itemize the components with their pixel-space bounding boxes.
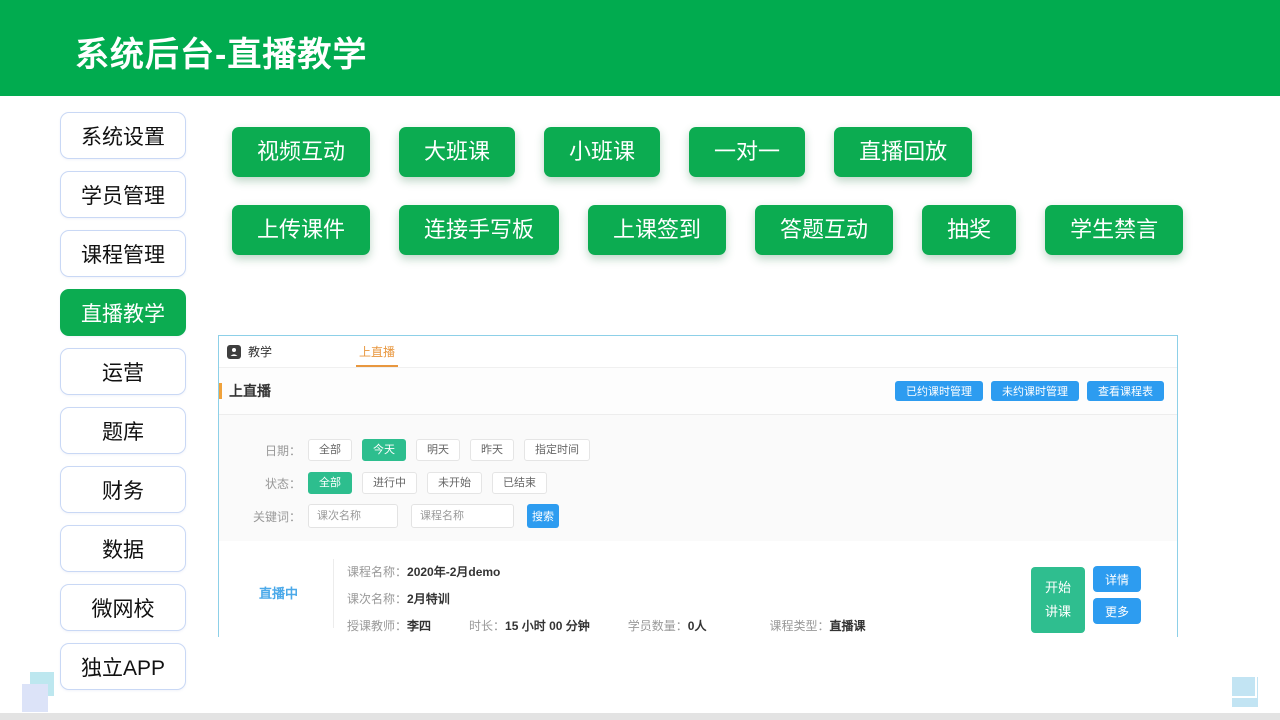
view-timetable-button[interactable]: 查看课程表: [1087, 381, 1164, 401]
date-option-all[interactable]: 全部: [308, 439, 352, 461]
sidebar-item-standalone-app[interactable]: 独立APP: [60, 643, 186, 690]
teacher-value: 李四: [407, 617, 431, 634]
filter-area: 日期： 全部 今天 明天 昨天 指定时间 状态： 全部 进行中 未开始 已结束 …: [219, 415, 1177, 541]
course-type-meta: 课程类型： 直播课: [769, 617, 865, 634]
course-meta-line: 授课教师： 李四 时长： 15 小时 00 分钟 学员数量： 0人 课程类型： …: [347, 612, 865, 639]
sidebar-item-micro-school[interactable]: 微网校: [60, 584, 186, 631]
student-count-value: 0人: [688, 617, 707, 634]
more-button[interactable]: 更多: [1093, 598, 1141, 624]
unbooked-periods-button[interactable]: 未约课时管理: [991, 381, 1079, 401]
date-option-custom[interactable]: 指定时间: [524, 439, 590, 461]
large-class-button[interactable]: 大班课: [399, 127, 515, 177]
connect-tablet-button[interactable]: 连接手写板: [399, 205, 559, 255]
section-actions: 已约课时管理 未约课时管理 查看课程表: [895, 381, 1164, 401]
sidebar-item-course-management[interactable]: 课程管理: [60, 230, 186, 277]
search-button[interactable]: 搜索: [527, 504, 559, 528]
sidebar-item-system-settings[interactable]: 系统设置: [60, 112, 186, 159]
teaching-icon: [227, 345, 241, 359]
course-type-label: 课程类型：: [769, 617, 829, 634]
sidebar-item-finance[interactable]: 财务: [60, 466, 186, 513]
small-class-button[interactable]: 小班课: [544, 127, 660, 177]
course-name-line: 课程名称： 2020年-2月demo: [347, 558, 865, 585]
page-title: 系统后台-直播教学: [0, 0, 1280, 76]
lucky-draw-button[interactable]: 抽奖: [922, 205, 1016, 255]
live-admin-panel: 教学 上直播 上直播 已约课时管理 未约课时管理 查看课程表 日期： 全部 今天…: [218, 335, 1178, 637]
row-divider: [333, 559, 334, 628]
booked-periods-button[interactable]: 已约课时管理: [895, 381, 983, 401]
live-replay-button[interactable]: 直播回放: [834, 127, 972, 177]
tab-go-live[interactable]: 上直播: [359, 336, 395, 367]
start-teaching-button[interactable]: 开始讲课: [1031, 567, 1085, 633]
student-count-meta: 学员数量： 0人: [628, 617, 707, 634]
video-interaction-button[interactable]: 视频互动: [232, 127, 370, 177]
teacher-label: 授课教师：: [347, 617, 407, 634]
quiz-interaction-button[interactable]: 答题互动: [755, 205, 893, 255]
lesson-name-input[interactable]: [308, 504, 398, 528]
course-row: 直播中 课程名称： 2020年-2月demo 课次名称： 2月特训 授课教师： …: [219, 541, 1177, 638]
mute-students-button[interactable]: 学生禁言: [1045, 205, 1183, 255]
sidebar-item-live-teaching[interactable]: 直播教学: [60, 289, 186, 336]
class-signin-button[interactable]: 上课签到: [588, 205, 726, 255]
course-name-label: 课程名称：: [347, 563, 407, 580]
duration-meta: 时长： 15 小时 00 分钟: [469, 617, 590, 634]
feature-buttons: 视频互动 大班课 小班课 一对一 直播回放 上传课件 连接手写板 上课签到 答题…: [232, 127, 1232, 283]
decor-square-outline: [1223, 672, 1257, 698]
lesson-name-value: 2月特训: [407, 590, 450, 607]
app-label: 教学: [248, 343, 272, 360]
course-type-value: 直播课: [829, 617, 865, 634]
lesson-name-line: 课次名称： 2月特训: [347, 585, 865, 612]
keyword-filter-row: 关键词： 搜索: [249, 505, 1177, 527]
detail-button[interactable]: 详情: [1093, 566, 1141, 592]
section-title: 上直播: [229, 381, 271, 401]
date-option-yesterday[interactable]: 昨天: [470, 439, 514, 461]
teacher-meta: 授课教师： 李四: [347, 617, 431, 634]
course-name-value: 2020年-2月demo: [407, 563, 500, 580]
panel-tabbar: 教学 上直播: [219, 336, 1177, 368]
lesson-name-label: 课次名称：: [347, 590, 407, 607]
upload-courseware-button[interactable]: 上传课件: [232, 205, 370, 255]
status-option-ended[interactable]: 已结束: [492, 472, 547, 494]
status-option-all[interactable]: 全部: [308, 472, 352, 494]
date-option-today[interactable]: 今天: [362, 439, 406, 461]
feature-row-1: 视频互动 大班课 小班课 一对一 直播回放: [232, 127, 1232, 177]
bottom-strip: [0, 713, 1280, 720]
keyword-filter-label: 关键词：: [249, 508, 301, 525]
live-status-badge: 直播中: [259, 583, 298, 602]
page-header: 系统后台-直播教学: [0, 0, 1280, 96]
feature-row-2: 上传课件 连接手写板 上课签到 答题互动 抽奖 学生禁言: [232, 205, 1232, 255]
date-option-tomorrow[interactable]: 明天: [416, 439, 460, 461]
status-option-not-started[interactable]: 未开始: [427, 472, 482, 494]
duration-value: 15 小时 00 分钟: [505, 617, 590, 634]
student-count-label: 学员数量：: [628, 617, 688, 634]
sidebar-item-operations[interactable]: 运营: [60, 348, 186, 395]
status-option-ongoing[interactable]: 进行中: [362, 472, 417, 494]
status-filter-row: 状态： 全部 进行中 未开始 已结束: [249, 472, 1177, 494]
duration-label: 时长：: [469, 617, 505, 634]
sidebar: 系统设置 学员管理 课程管理 直播教学 运营 题库 财务 数据 微网校 独立AP…: [60, 112, 186, 702]
status-filter-label: 状态：: [249, 475, 301, 492]
decor-square-lavender: [22, 684, 48, 712]
course-name-input[interactable]: [411, 504, 514, 528]
date-filter-row: 日期： 全部 今天 明天 昨天 指定时间: [249, 439, 1177, 461]
section-accent-bar: [219, 383, 222, 399]
sidebar-item-student-management[interactable]: 学员管理: [60, 171, 186, 218]
date-filter-label: 日期：: [249, 442, 301, 459]
course-details: 课程名称： 2020年-2月demo 课次名称： 2月特训 授课教师： 李四 时…: [347, 558, 865, 639]
sidebar-item-question-bank[interactable]: 题库: [60, 407, 186, 454]
sidebar-item-data[interactable]: 数据: [60, 525, 186, 572]
section-header: 上直播 已约课时管理 未约课时管理 查看课程表: [219, 368, 1177, 415]
one-on-one-button[interactable]: 一对一: [689, 127, 805, 177]
